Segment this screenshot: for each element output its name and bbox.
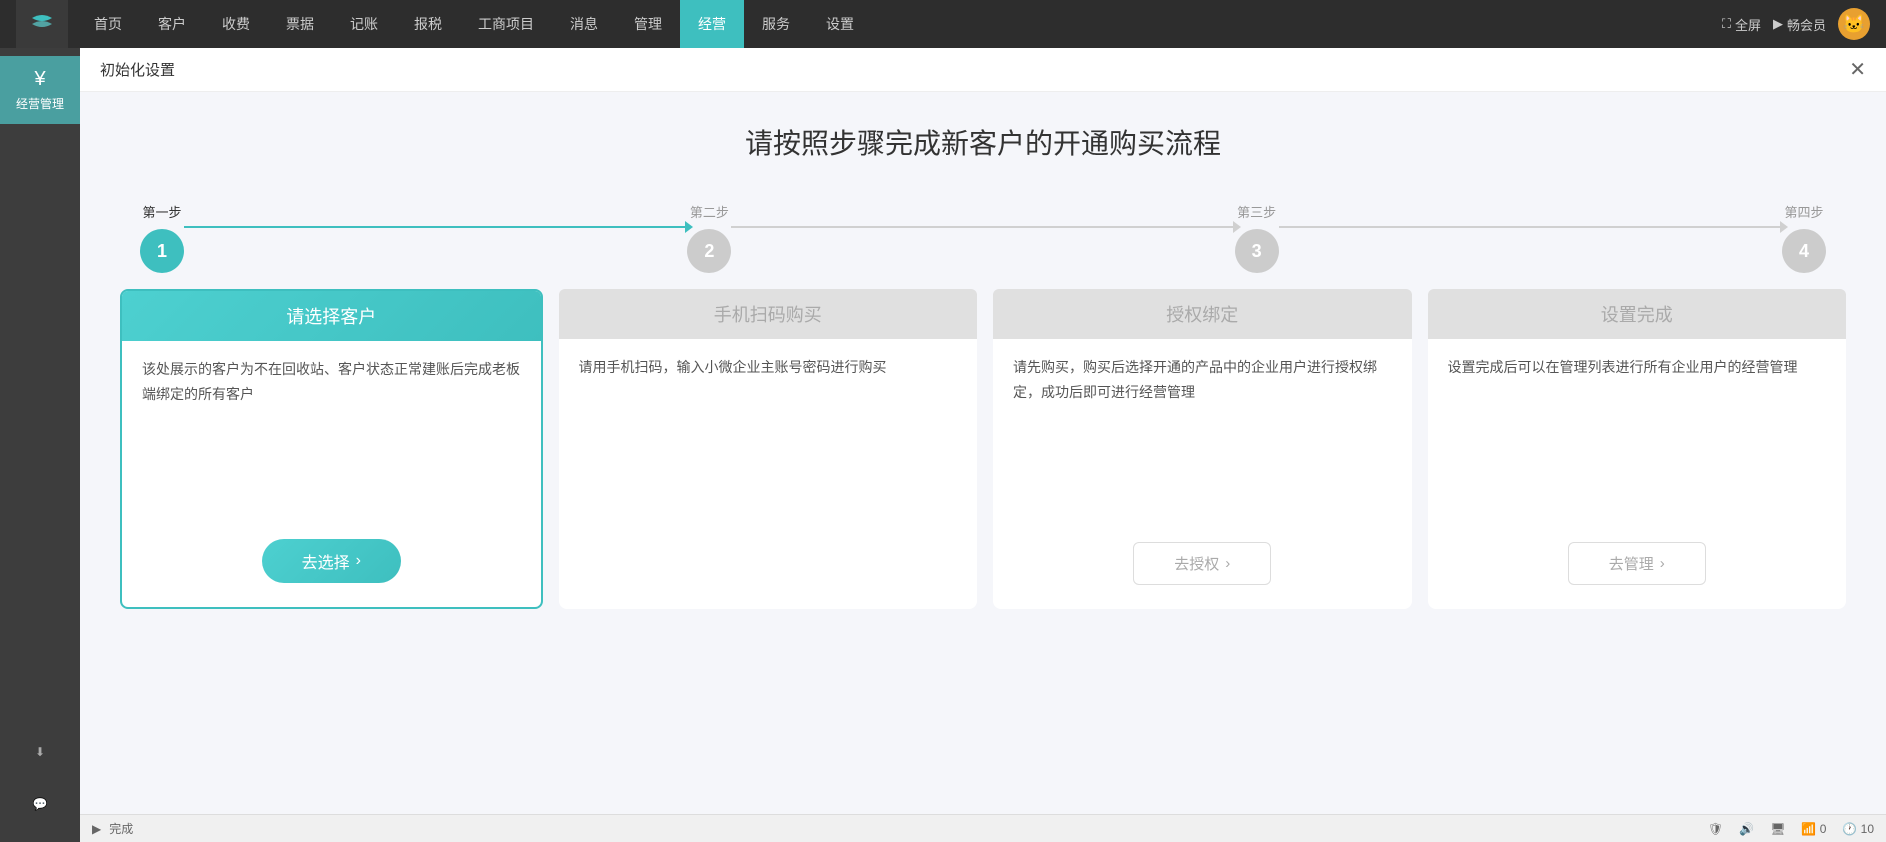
step-label-1: 第一步: [142, 202, 181, 221]
support-icon: 💬: [33, 797, 48, 811]
status-bar: ▶ 完成 🛡 🔊 🖥 📶 0 🕐 10: [80, 814, 1886, 842]
network-status: 📶 0: [1801, 822, 1826, 836]
avatar[interactable]: 🐱: [1838, 8, 1870, 40]
status-right: 🛡 🔊 🖥 📶 0 🕐 10: [1708, 822, 1874, 836]
main-layout: ¥ 经营管理 ⬇ 💬 初始化设置 ✕ 请按照步骤完成新客户的开通购买流程: [0, 48, 1886, 842]
card-footer-4: 去管理 ›: [1448, 542, 1827, 585]
step-label-3: 第三步: [1237, 202, 1276, 221]
sidebar-label: 经营管理: [16, 95, 64, 112]
nav-operation[interactable]: 经营: [680, 0, 744, 48]
step-circle-1: 1: [140, 229, 184, 273]
fullscreen-button[interactable]: ⛶ 全屏: [1722, 15, 1761, 34]
main-content: 初始化设置 ✕ 请按照步骤完成新客户的开通购买流程 第一步 1 第二步: [80, 48, 1886, 842]
step-line-3: [1279, 226, 1782, 228]
steps-row: 第一步 1 第二步 2 第三步 3: [120, 202, 1846, 273]
card-body-4: 设置完成后可以在管理列表进行所有企业用户的经营管理: [1448, 355, 1827, 526]
card-footer-1: 去选择 ›: [142, 539, 521, 583]
play-icon: ▶: [1773, 16, 1783, 32]
nav-right-area: ⛶ 全屏 ▶ 畅会员 🐱: [1722, 8, 1870, 40]
sidebar-bottom: ⬇ 💬: [0, 730, 80, 842]
top-navigation: 首页 客户 收费 票据 记账 报税 工商项目 消息 管理 经营 服务 设置 ⛶ …: [0, 0, 1886, 48]
card-3: 授权绑定 请先购买，购买后选择开通的产品中的企业用户进行授权绑定，成功后即可进行…: [993, 289, 1412, 609]
card-body-3: 请先购买，购买后选择开通的产品中的企业用户进行授权绑定，成功后即可进行经营管理: [1013, 355, 1392, 526]
step-circle-4: 4: [1782, 229, 1826, 273]
nav-business[interactable]: 工商项目: [460, 0, 552, 48]
close-button[interactable]: ✕: [1849, 60, 1866, 80]
fullscreen-icon: ⛶: [1722, 16, 1731, 32]
member-label: 畅会员: [1787, 15, 1826, 34]
status-text: 完成: [109, 820, 133, 837]
card-4: 设置完成 设置完成后可以在管理列表进行所有企业用户的经营管理 去管理 ›: [1428, 289, 1847, 609]
nav-service[interactable]: 服务: [744, 0, 808, 48]
step-node-1: 第一步 1: [140, 202, 184, 273]
nav-tax[interactable]: 报税: [396, 0, 460, 48]
operation-icon: ¥: [34, 68, 45, 91]
step-arrow-3: [1780, 221, 1788, 233]
card-header-3: 授权绑定: [993, 289, 1412, 339]
monitor-icon: 🖥: [1770, 822, 1785, 836]
step-node-4: 第四步 4: [1782, 202, 1826, 273]
card-2: 手机扫码购买 请用手机扫码，输入小微企业主账号密码进行购买: [559, 289, 978, 609]
volume-icon: 🔊: [1739, 822, 1754, 836]
step-circle-3: 3: [1235, 229, 1279, 273]
nav-fee[interactable]: 收费: [204, 0, 268, 48]
cards-row: 请选择客户 该处展示的客户为不在回收站、客户状态正常建账后完成老板端绑定的所有客…: [120, 289, 1846, 609]
card-header-2: 手机扫码购买: [559, 289, 978, 339]
step-label-2: 第二步: [690, 202, 729, 221]
download-icon: ⬇: [35, 745, 45, 759]
card-body-2: 请用手机扫码，输入小微企业主账号密码进行购买: [579, 355, 958, 569]
go-select-button[interactable]: 去选择 ›: [262, 539, 401, 583]
nav-message[interactable]: 消息: [552, 0, 616, 48]
card-header-4: 设置完成: [1428, 289, 1847, 339]
shield-icon: 🛡: [1708, 822, 1723, 836]
step-circle-2: 2: [687, 229, 731, 273]
page-title: 初始化设置: [100, 59, 175, 80]
nav-logo: [16, 0, 68, 48]
sidebar-download-icon[interactable]: ⬇: [0, 730, 80, 774]
nav-manage[interactable]: 管理: [616, 0, 680, 48]
go-select-arrow: ›: [356, 552, 361, 570]
go-authorize-button[interactable]: 去授权 ›: [1133, 542, 1271, 585]
content-area: 请按照步骤完成新客户的开通购买流程 第一步 1 第二步 2: [80, 92, 1886, 814]
nav-account[interactable]: 记账: [332, 0, 396, 48]
go-manage-arrow: ›: [1660, 555, 1665, 572]
time-status: 🕐 10: [1842, 822, 1874, 836]
go-authorize-arrow: ›: [1225, 555, 1230, 572]
go-manage-button[interactable]: 去管理 ›: [1568, 542, 1706, 585]
step-arrow-1: [685, 221, 693, 233]
step-label-4: 第四步: [1784, 202, 1823, 221]
card-footer-3: 去授权 ›: [1013, 542, 1392, 585]
nav-customer[interactable]: 客户: [140, 0, 204, 48]
go-select-label: 去选择: [302, 549, 350, 573]
play-icon: ▶: [92, 822, 101, 836]
step-arrow-2: [1233, 221, 1241, 233]
card-1: 请选择客户 该处展示的客户为不在回收站、客户状态正常建账后完成老板端绑定的所有客…: [120, 289, 543, 609]
nav-invoice[interactable]: 票据: [268, 0, 332, 48]
sidebar: ¥ 经营管理 ⬇ 💬: [0, 48, 80, 842]
card-header-1: 请选择客户: [122, 291, 541, 341]
step-node-2: 第二步 2: [687, 202, 731, 273]
page-header: 初始化设置 ✕: [80, 48, 1886, 92]
step-line-1: [184, 226, 687, 228]
go-authorize-label: 去授权: [1174, 553, 1219, 574]
member-button[interactable]: ▶ 畅会员: [1773, 15, 1826, 34]
nav-settings[interactable]: 设置: [808, 0, 872, 48]
sidebar-support-icon[interactable]: 💬: [0, 782, 80, 826]
nav-home[interactable]: 首页: [76, 0, 140, 48]
step-line-2: [731, 226, 1234, 228]
fullscreen-label: 全屏: [1735, 15, 1761, 34]
card-body-1: 该处展示的客户为不在回收站、客户状态正常建账后完成老板端绑定的所有客户: [142, 357, 521, 523]
sidebar-item-operation[interactable]: ¥ 经营管理: [0, 56, 80, 124]
step-node-3: 第三步 3: [1235, 202, 1279, 273]
go-manage-label: 去管理: [1609, 553, 1654, 574]
main-title: 请按照步骤完成新客户的开通购买流程: [120, 122, 1846, 162]
